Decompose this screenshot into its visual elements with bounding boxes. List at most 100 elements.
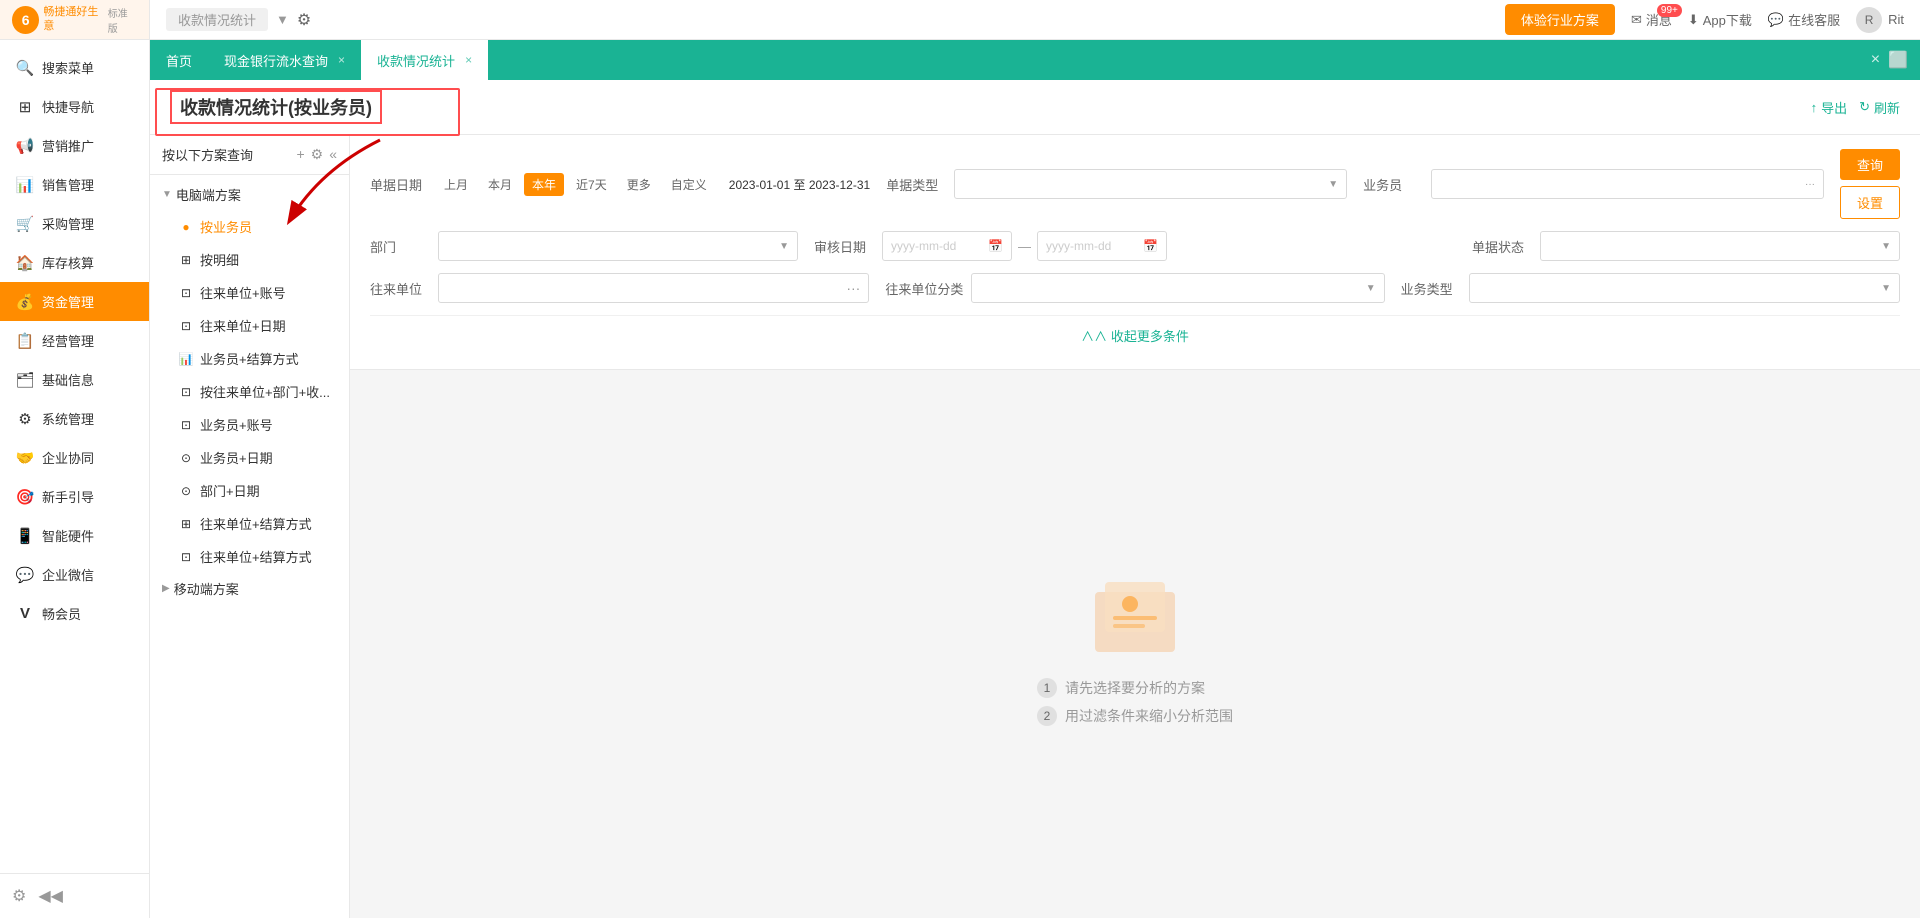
tip-1: 1 请先选择要分析的方案 xyxy=(1037,678,1233,698)
sidebar-label-wechat: 企业微信 xyxy=(42,565,94,584)
tab-bank-flow-close[interactable]: × xyxy=(338,53,345,67)
sidebar: 6 畅捷通好生意 标准版 🔍 搜索菜单 ⊞ 快捷导航 📢 营销推广 📊 销售管理… xyxy=(0,0,150,918)
scheme-item-unit-dept-coll[interactable]: ⊡ 按往来单位+部门+收... xyxy=(150,375,349,408)
review-date-to[interactable]: yyyy-mm-dd 📅 xyxy=(1037,231,1167,261)
scheme-item-unit-account[interactable]: ⊡ 往来单位+账号 xyxy=(150,276,349,309)
filter-panel: 单据日期 上月 本月 本年 近7天 更多 自定义 2023-01-01 至 20… xyxy=(350,135,1920,918)
unit-settle1-label: 往来单位+结算方式 xyxy=(200,514,312,533)
date-tabs: 上月 本月 本年 近7天 更多 自定义 xyxy=(436,173,715,196)
date-tab-this-month[interactable]: 本月 xyxy=(480,173,520,196)
scheme-item-staff-date[interactable]: ⊙ 业务员+日期 xyxy=(150,441,349,474)
review-date-from[interactable]: yyyy-mm-dd 📅 xyxy=(882,231,1012,261)
window-close-icon[interactable]: × xyxy=(1871,51,1880,69)
service-label: 在线客服 xyxy=(1788,10,1840,29)
scheme-item-dept-date[interactable]: ⊙ 部门+日期 xyxy=(150,474,349,507)
tab-home[interactable]: 首页 xyxy=(150,40,208,80)
search-icon: 🔍 xyxy=(16,59,34,77)
user-menu[interactable]: R Rit xyxy=(1856,7,1904,33)
logo-area: 6 畅捷通好生意 标准版 xyxy=(0,0,149,40)
sidebar-item-system[interactable]: ⚙ 系统管理 xyxy=(0,399,149,438)
online-service-button[interactable]: 💬 在线客服 xyxy=(1768,10,1840,29)
date-tab-prev-month[interactable]: 上月 xyxy=(436,173,476,196)
scheme-item-staff-settle[interactable]: 📊 业务员+结算方式 xyxy=(150,342,349,375)
date-tab-more[interactable]: 更多 xyxy=(619,173,659,196)
export-button[interactable]: ↑ 导出 xyxy=(1811,98,1848,117)
scheme-item-by-staff[interactable]: ● 按业务员 xyxy=(150,210,349,243)
scheme-collapse-icon[interactable]: « xyxy=(329,146,337,163)
scheme-settings-icon[interactable]: ⚙ xyxy=(311,146,324,163)
download-icon: ⬇ xyxy=(1688,12,1699,28)
tip-text-1: 请先选择要分析的方案 xyxy=(1065,678,1205,698)
guide-icon: 🎯 xyxy=(16,488,34,506)
dept-arrow-icon: ▼ xyxy=(779,241,789,252)
doc-status-arrow-icon: ▼ xyxy=(1881,241,1891,252)
tab-collection[interactable]: 收款情况统计 × xyxy=(361,40,488,80)
scheme-item-staff-account[interactable]: ⊡ 业务员+账号 xyxy=(150,408,349,441)
refresh-button[interactable]: ↻ 刷新 xyxy=(1859,98,1900,117)
download-label: App下载 xyxy=(1703,10,1752,29)
sidebar-item-warehouse[interactable]: 🏠 库存核算 xyxy=(0,243,149,282)
scheme-group-mobile-header[interactable]: ▶ 移动端方案 xyxy=(150,573,349,604)
scheme-item-unit-date[interactable]: ⊡ 往来单位+日期 xyxy=(150,309,349,342)
partner-select[interactable]: ··· xyxy=(438,273,869,303)
filter-group-date: 单据日期 上月 本月 本年 近7天 更多 自定义 2023-01-01 至 20… xyxy=(370,173,870,196)
sidebar-item-finance[interactable]: 💰 资金管理 xyxy=(0,282,149,321)
collapse-more-button[interactable]: ∧∧ 收起更多条件 xyxy=(370,315,1900,355)
message-button[interactable]: ✉ 消息 99+ xyxy=(1631,10,1672,29)
settings-button[interactable]: 设置 xyxy=(1840,186,1900,219)
doc-status-select[interactable]: ▼ xyxy=(1540,231,1900,261)
sidebar-item-business[interactable]: 📋 经营管理 xyxy=(0,321,149,360)
warehouse-icon: 🏠 xyxy=(16,254,34,272)
sidebar-item-purchase[interactable]: 🛒 采购管理 xyxy=(0,204,149,243)
staff-arrow-icon: ··· xyxy=(1805,179,1815,190)
window-maximize-icon[interactable]: ⬜ xyxy=(1888,50,1908,70)
gear-settings-icon[interactable]: ⚙ xyxy=(297,10,311,30)
sidebar-settings-icon[interactable]: ⚙ xyxy=(12,886,26,906)
wechat-icon: 💬 xyxy=(16,566,34,584)
dept-select[interactable]: ▼ xyxy=(438,231,798,261)
scheme-header: 按以下方案查询 + ⚙ « xyxy=(150,135,349,175)
review-date-inputs: yyyy-mm-dd 📅 — yyyy-mm-dd 📅 xyxy=(882,231,1167,261)
refresh-icon: ↻ xyxy=(1859,99,1870,115)
sidebar-item-marketing[interactable]: 📢 营销推广 xyxy=(0,126,149,165)
scheme-group-desktop-header[interactable]: ▼ 电脑端方案 xyxy=(150,179,349,210)
scheme-item-unit-settle2[interactable]: ⊡ 往来单位+结算方式 xyxy=(150,540,349,573)
sidebar-item-sales[interactable]: 📊 销售管理 xyxy=(0,165,149,204)
doc-type-select[interactable]: ▼ xyxy=(954,169,1347,199)
doc-type-arrow-icon: ▼ xyxy=(1328,179,1338,190)
sidebar-item-quick-nav[interactable]: ⊞ 快捷导航 xyxy=(0,87,149,126)
sidebar-item-smart[interactable]: 📱 智能硬件 xyxy=(0,516,149,555)
tab-bank-flow[interactable]: 现金银行流水查询 × xyxy=(208,40,361,80)
partner-label: 往来单位 xyxy=(370,279,430,298)
sidebar-item-enterprise[interactable]: 🤝 企业协同 xyxy=(0,438,149,477)
staff-select[interactable]: ··· xyxy=(1431,169,1824,199)
partner-more-icon[interactable]: ··· xyxy=(846,280,860,296)
biz-type-select[interactable]: ▼ xyxy=(1469,273,1900,303)
sidebar-item-guide[interactable]: 🎯 新手引导 xyxy=(0,477,149,516)
trial-button[interactable]: 体验行业方案 xyxy=(1505,4,1615,35)
date-tab-recent7[interactable]: 近7天 xyxy=(568,173,615,196)
unit-date-icon: ⊡ xyxy=(178,318,194,334)
dept-date-label: 部门+日期 xyxy=(200,481,260,500)
scheme-list: ▼ 电脑端方案 ● 按业务员 ⊞ 按明细 ⊡ 往来单位+账号 xyxy=(150,175,349,918)
sidebar-item-basic[interactable]: 🗂 基础信息 xyxy=(0,360,149,399)
tab-collection-close[interactable]: × xyxy=(465,53,472,67)
dept-label: 部门 xyxy=(370,237,430,256)
date-tab-custom[interactable]: 自定义 xyxy=(663,173,715,196)
scheme-item-mingxi[interactable]: ⊞ 按明细 xyxy=(150,243,349,276)
scheme-item-unit-settle1[interactable]: ⊞ 往来单位+结算方式 xyxy=(150,507,349,540)
service-icon: 💬 xyxy=(1768,12,1784,28)
sidebar-item-wechat[interactable]: 💬 企业微信 xyxy=(0,555,149,594)
export-label: 导出 xyxy=(1821,98,1847,117)
date-tab-this-year[interactable]: 本年 xyxy=(524,173,564,196)
app-download-button[interactable]: ⬇ App下载 xyxy=(1688,10,1752,29)
partner-category-select[interactable]: ▼ xyxy=(971,273,1384,303)
sidebar-item-search[interactable]: 🔍 搜索菜单 xyxy=(0,48,149,87)
query-button[interactable]: 查询 xyxy=(1840,149,1900,180)
message-icon: ✉ xyxy=(1631,12,1642,28)
sidebar-item-member[interactable]: V 畅会员 xyxy=(0,594,149,633)
tab-home-label: 首页 xyxy=(166,51,192,70)
scheme-add-icon[interactable]: + xyxy=(296,146,304,163)
sidebar-collapse-icon[interactable]: ◀◀ xyxy=(38,886,63,906)
nav-list: 🔍 搜索菜单 ⊞ 快捷导航 📢 营销推广 📊 销售管理 🛒 采购管理 🏠 库存核… xyxy=(0,40,149,873)
